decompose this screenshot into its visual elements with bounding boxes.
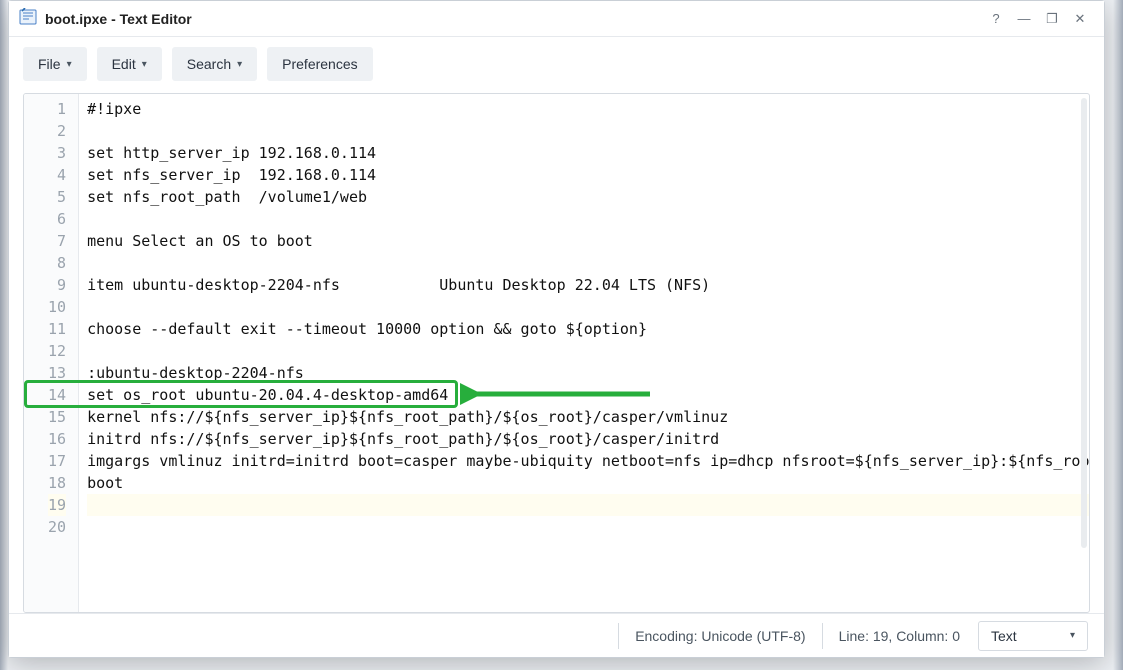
code-line[interactable]: initrd nfs://${nfs_server_ip}${nfs_root_… (87, 428, 1090, 450)
line-number: 11 (48, 318, 66, 340)
line-number: 16 (48, 428, 66, 450)
window-title: boot.ipxe - Text Editor (45, 11, 192, 27)
file-menu-label: File (38, 56, 61, 72)
line-number: 2 (48, 120, 66, 142)
toolbar: File ▾ Edit ▾ Search ▾ Preferences (9, 37, 1104, 93)
statusbar: Encoding: Unicode (UTF-8) Line: 19, Colu… (9, 613, 1104, 657)
code-line[interactable]: kernel nfs://${nfs_server_ip}${nfs_root_… (87, 406, 1090, 428)
code-line[interactable] (87, 296, 1090, 318)
code-line[interactable] (87, 494, 1090, 516)
close-button[interactable]: ✕ (1066, 5, 1094, 33)
preferences-button[interactable]: Preferences (267, 47, 372, 81)
code-line[interactable]: set os_root ubuntu-20.04.4-desktop-amd64 (87, 384, 1090, 406)
editor-area[interactable]: 1234567891011121314151617181920 #!ipxese… (23, 93, 1090, 613)
code-line[interactable] (87, 208, 1090, 230)
line-number: 6 (48, 208, 66, 230)
chevron-down-icon: ▾ (1070, 630, 1075, 641)
edit-menu-label: Edit (112, 56, 136, 72)
code-line[interactable]: menu Select an OS to boot (87, 230, 1090, 252)
line-number: 7 (48, 230, 66, 252)
chevron-down-icon: ▾ (237, 59, 242, 70)
line-number: 14 (48, 384, 66, 406)
code-line[interactable]: choose --default exit --timeout 10000 op… (87, 318, 1090, 340)
line-number: 5 (48, 186, 66, 208)
line-number: 10 (48, 296, 66, 318)
search-menu-label: Search (187, 56, 231, 72)
encoding-label: Encoding: Unicode (UTF-8) (635, 628, 805, 644)
code-line[interactable]: boot (87, 472, 1090, 494)
code-line[interactable]: :ubuntu-desktop-2204-nfs (87, 362, 1090, 384)
line-number: 8 (48, 252, 66, 274)
search-menu[interactable]: Search ▾ (172, 47, 257, 81)
code-line[interactable]: item ubuntu-desktop-2204-nfs Ubuntu Desk… (87, 274, 1090, 296)
code-line[interactable]: imgargs vmlinuz initrd=initrd boot=caspe… (87, 450, 1090, 472)
preferences-label: Preferences (282, 56, 357, 72)
syntax-mode-select[interactable]: Text ▾ (978, 621, 1088, 651)
file-menu[interactable]: File ▾ (23, 47, 87, 81)
code-line[interactable]: #!ipxe (87, 98, 1090, 120)
app-icon (19, 8, 37, 29)
maximize-button[interactable]: ❐ (1038, 5, 1066, 33)
line-number: 19 (48, 494, 66, 516)
help-button[interactable]: ? (982, 5, 1010, 33)
vertical-scrollbar[interactable] (1081, 98, 1087, 548)
line-number: 1 (48, 98, 66, 120)
line-number: 3 (48, 142, 66, 164)
line-number: 4 (48, 164, 66, 186)
code-line[interactable]: set nfs_server_ip 192.168.0.114 (87, 164, 1090, 186)
line-number: 9 (48, 274, 66, 296)
code-line[interactable]: set nfs_root_path /volume1/web (87, 186, 1090, 208)
line-number: 17 (48, 450, 66, 472)
chevron-down-icon: ▾ (67, 59, 72, 70)
syntax-mode-label: Text (991, 628, 1017, 644)
cursor-position-label: Line: 19, Column: 0 (839, 628, 960, 644)
editor-window: boot.ipxe - Text Editor ? — ❐ ✕ File ▾ E… (8, 0, 1105, 658)
code-line[interactable] (87, 252, 1090, 274)
code-line[interactable] (87, 120, 1090, 142)
code-content[interactable]: #!ipxeset http_server_ip 192.168.0.114se… (79, 94, 1090, 612)
divider (618, 623, 619, 649)
line-number: 12 (48, 340, 66, 362)
line-number: 13 (48, 362, 66, 384)
titlebar: boot.ipxe - Text Editor ? — ❐ ✕ (9, 1, 1104, 37)
line-number: 18 (48, 472, 66, 494)
minimize-button[interactable]: — (1010, 5, 1038, 33)
code-line[interactable]: set http_server_ip 192.168.0.114 (87, 142, 1090, 164)
code-line[interactable] (87, 340, 1090, 362)
chevron-down-icon: ▾ (142, 59, 147, 70)
code-line[interactable] (87, 516, 1090, 538)
line-number: 15 (48, 406, 66, 428)
line-number: 20 (48, 516, 66, 538)
line-number-gutter: 1234567891011121314151617181920 (24, 94, 79, 612)
divider (822, 623, 823, 649)
edit-menu[interactable]: Edit ▾ (97, 47, 162, 81)
